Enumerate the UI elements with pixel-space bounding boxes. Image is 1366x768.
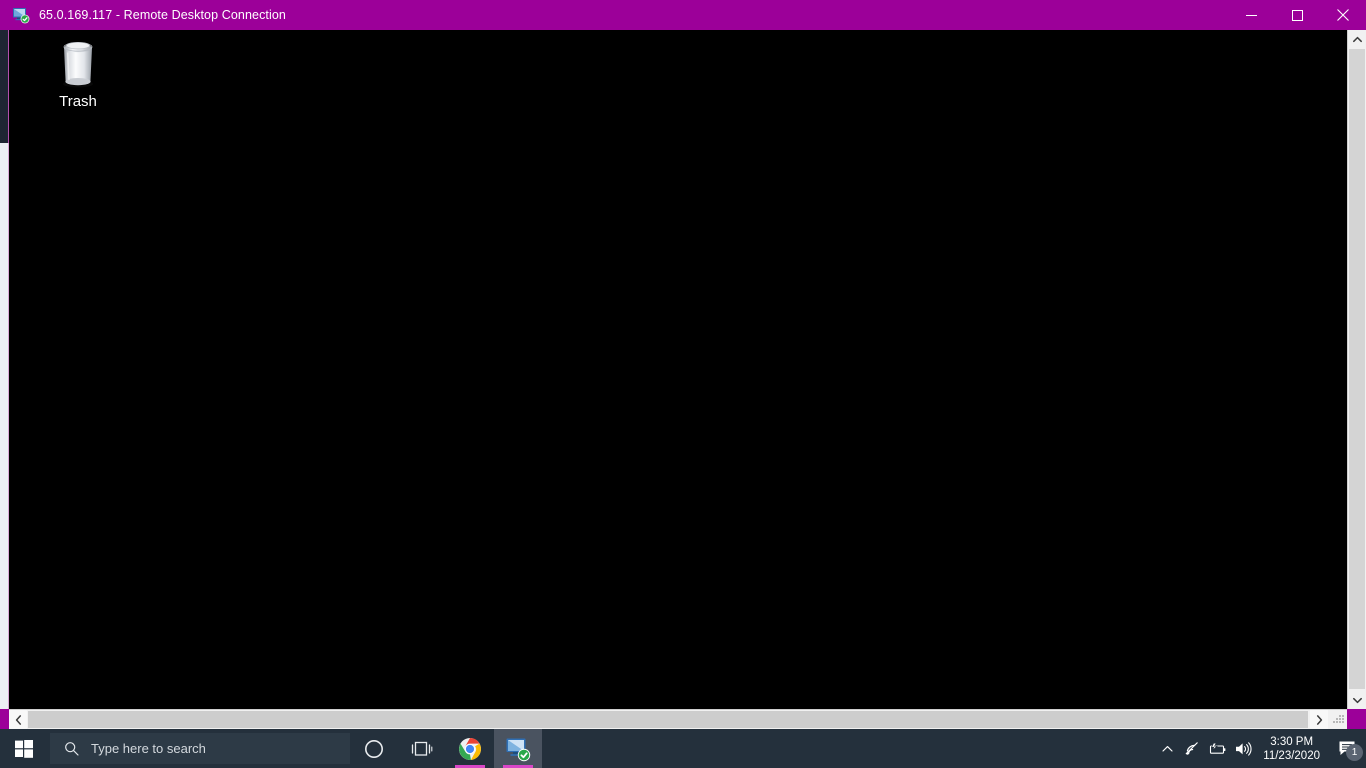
battery-icon bbox=[1209, 742, 1226, 754]
tray-clock[interactable]: 3:30 PM 11/23/2020 bbox=[1255, 729, 1330, 768]
maximize-button[interactable] bbox=[1274, 0, 1320, 30]
remote-desktop-icon bbox=[12, 6, 30, 24]
tray-network-button[interactable] bbox=[1180, 729, 1205, 768]
remote-desktop-icon bbox=[506, 738, 531, 761]
task-view-icon bbox=[411, 741, 433, 756]
chevron-right-icon bbox=[1316, 714, 1322, 725]
minimize-button[interactable] bbox=[1228, 0, 1274, 30]
chrome-icon bbox=[459, 737, 481, 760]
horizontal-scrollbar-thumb[interactable] bbox=[28, 711, 1308, 728]
tray-date: 11/23/2020 bbox=[1263, 749, 1320, 762]
search-input[interactable]: Type here to search bbox=[50, 733, 350, 764]
trash-icon bbox=[56, 37, 100, 89]
window-frame-left-lower bbox=[0, 143, 9, 709]
cortana-circle-icon bbox=[365, 739, 383, 758]
remote-desktop-canvas[interactable]: Trash bbox=[9, 30, 1347, 709]
taskbar-button-chrome[interactable] bbox=[446, 729, 494, 768]
tray-battery-button[interactable] bbox=[1205, 729, 1230, 768]
system-tray: 3:30 PM 11/23/2020 1 bbox=[1155, 729, 1366, 768]
speaker-icon bbox=[1235, 741, 1252, 756]
taskbar-button-task-view[interactable] bbox=[398, 729, 446, 768]
chevron-up-icon bbox=[1352, 36, 1362, 42]
chevron-up-icon bbox=[1162, 745, 1173, 752]
tray-time: 3:30 PM bbox=[1270, 735, 1314, 748]
start-button[interactable] bbox=[0, 729, 48, 768]
window-title: 65.0.169.117 - Remote Desktop Connection bbox=[39, 8, 286, 22]
chevron-left-icon bbox=[15, 714, 21, 725]
resize-grip-icon[interactable] bbox=[1328, 710, 1347, 729]
search-icon bbox=[64, 741, 79, 756]
search-placeholder: Type here to search bbox=[91, 741, 206, 756]
tray-volume-button[interactable] bbox=[1230, 729, 1255, 768]
minimize-icon bbox=[1245, 14, 1257, 16]
desktop-icon-trash[interactable]: Trash bbox=[38, 37, 118, 111]
taskbar-button-remote-desktop[interactable] bbox=[494, 729, 542, 768]
notification-count-badge: 1 bbox=[1346, 744, 1363, 761]
window-frame-left-upper bbox=[0, 30, 9, 143]
chevron-down-icon bbox=[1352, 697, 1362, 703]
window-titlebar[interactable]: 65.0.169.117 - Remote Desktop Connection bbox=[0, 0, 1366, 30]
maximize-icon bbox=[1291, 9, 1303, 21]
taskbar: Type here to search 3:30 PM 11/23/2020 1 bbox=[0, 729, 1366, 768]
close-button[interactable] bbox=[1320, 0, 1366, 30]
desktop-icon-label: Trash bbox=[59, 93, 97, 110]
windows-start-icon bbox=[15, 739, 33, 758]
remote-desktop-window: 65.0.169.117 - Remote Desktop Connection bbox=[0, 0, 1366, 729]
scroll-up-button[interactable] bbox=[1348, 30, 1366, 48]
vertical-scrollbar-thumb[interactable] bbox=[1349, 49, 1365, 689]
scroll-left-button[interactable] bbox=[9, 710, 27, 729]
vertical-scrollbar[interactable] bbox=[1347, 30, 1366, 709]
wifi-icon bbox=[1185, 741, 1198, 755]
taskbar-button-cortana[interactable] bbox=[350, 729, 398, 768]
scroll-down-button[interactable] bbox=[1348, 691, 1366, 709]
horizontal-scrollbar[interactable] bbox=[9, 709, 1347, 729]
scroll-right-button[interactable] bbox=[1310, 710, 1328, 729]
close-icon bbox=[1337, 9, 1349, 21]
tray-notifications-button[interactable]: 1 bbox=[1330, 729, 1366, 768]
tray-show-hidden-button[interactable] bbox=[1155, 729, 1180, 768]
